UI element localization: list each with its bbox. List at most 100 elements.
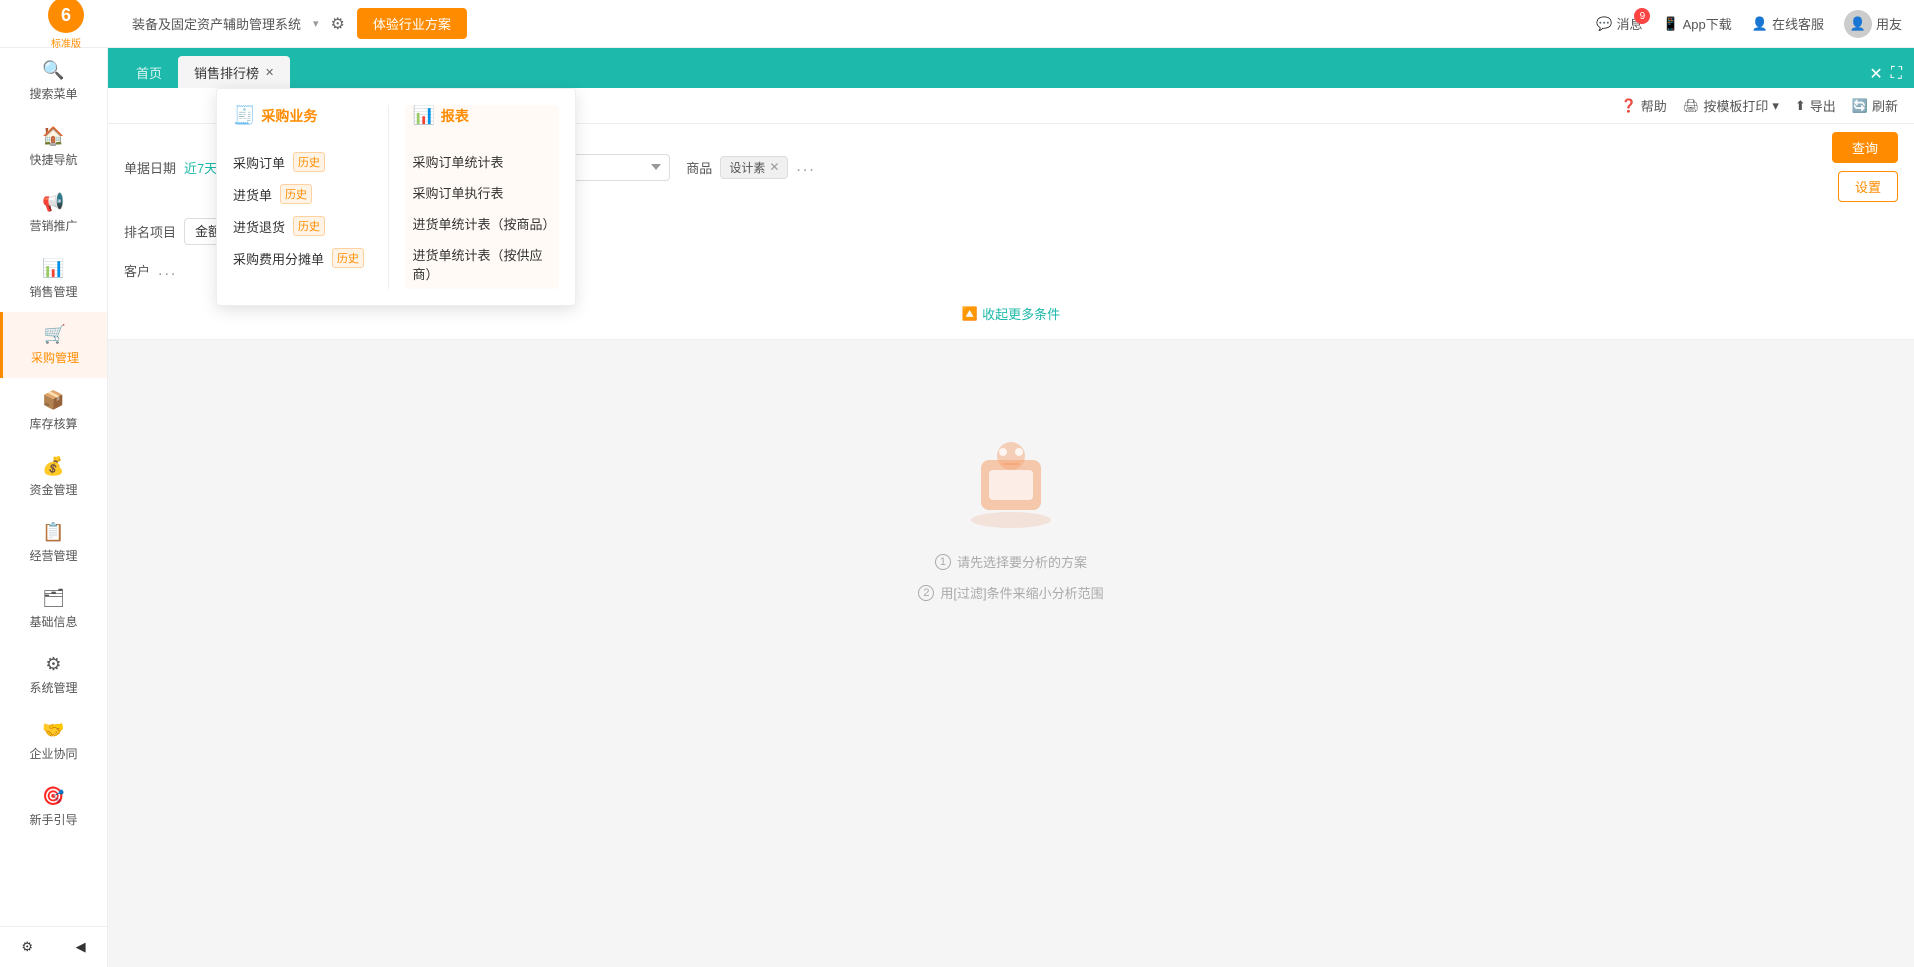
refresh-btn[interactable]: 🔄 刷新	[1852, 96, 1898, 115]
purchase-menu-icon: 🧾	[233, 105, 255, 126]
menu-divider	[388, 105, 389, 289]
menu-item-purchase-expense[interactable]: 采购费用分摊单 历史	[233, 242, 372, 274]
refresh-label: 刷新	[1872, 96, 1898, 115]
report-menu-col: 📊 报表 采购订单统计表 采购订单执行表 进货单统计表（按商品） 进货单统计表（…	[405, 105, 560, 289]
sidebar-item-guide[interactable]: 🎯 新手引导	[0, 774, 107, 840]
tab-actions: ✕ ⛶	[1869, 64, 1902, 84]
sidebar-item-search[interactable]: 🔍 搜索菜单	[0, 48, 107, 114]
help-btn[interactable]: ❓ 帮助	[1621, 96, 1667, 115]
print-label: 按模板打印	[1703, 96, 1768, 115]
print-arrow: ▾	[1772, 98, 1779, 114]
goods-tag-close[interactable]: ✕	[769, 160, 779, 174]
app-download-btn[interactable]: 📱 App下载	[1662, 14, 1731, 33]
marketing-icon: 📢	[42, 192, 64, 213]
operations-icon: 📋	[42, 522, 64, 543]
menu-item-goods-stats[interactable]: 进货单统计表（按商品）	[413, 208, 552, 239]
collapse-btn[interactable]: 🔼 收起更多条件	[962, 304, 1060, 323]
menu-item-po-stats[interactable]: 采购订单统计表	[413, 146, 552, 177]
sidebar-label-basic-info: 基础信息	[29, 613, 77, 630]
bottom-collapse-icon[interactable]: ◀	[76, 939, 86, 955]
sidebar-label-marketing: 营销推广	[29, 217, 77, 234]
sidebar-label-inventory: 库存核算	[29, 415, 77, 432]
main-layout: 🔍 搜索菜单 🏠 快捷导航 📢 营销推广 📊 销售管理 🛒 采购管理 📦 库存核…	[0, 48, 1914, 967]
online-service-label: 在线客服	[1772, 14, 1824, 33]
tab-home-label: 首页	[136, 63, 162, 82]
date-label: 单据日期	[124, 158, 176, 177]
message-icon: 💬	[1596, 16, 1612, 32]
export-btn[interactable]: ⬆ 导出	[1795, 96, 1836, 115]
query-btn[interactable]: 查询	[1832, 132, 1898, 163]
basic-info-icon: 🗂	[42, 588, 65, 609]
purchase-expense-history-tag: 历史	[332, 248, 364, 268]
finance-icon: 💰	[42, 456, 64, 477]
app-download-label: App下载	[1683, 14, 1732, 33]
date-option-7days[interactable]: 近7天	[184, 158, 217, 177]
tab-sales-ranking-label: 销售排行榜	[194, 63, 259, 82]
menu-item-stock-in[interactable]: 进货单 历史	[233, 178, 372, 210]
sidebar-item-marketing[interactable]: 📢 营销推广	[0, 180, 107, 246]
home-icon: 🏠	[42, 126, 64, 147]
inventory-icon: 📦	[42, 390, 64, 411]
empty-step-1: 1 请先选择要分析的方案	[935, 552, 1087, 571]
menu-item-purchase-expense-label: 采购费用分摊单	[233, 249, 324, 268]
sidebar-item-quick-nav[interactable]: 🏠 快捷导航	[0, 114, 107, 180]
sidebar-bottom: ⚙ ◀	[0, 926, 107, 967]
content-area: 首页 销售排行榜 ✕ ✕ ⛶ ❓ 帮助 🖨 按模板打印	[108, 48, 1914, 967]
purchase-menu-col: 🧾 采购业务 采购订单 历史 进货单 历史 进货退货 历史 采购费用分摊单	[233, 105, 372, 289]
sidebar-item-system[interactable]: ⚙ 系统管理	[0, 642, 107, 708]
message-btn[interactable]: 💬 消息 9	[1596, 14, 1642, 33]
tab-close-all-icon[interactable]: ✕	[1869, 64, 1882, 84]
export-label: 导出	[1810, 96, 1836, 115]
service-icon: 👤	[1752, 16, 1768, 32]
sidebar-label-system: 系统管理	[29, 679, 77, 696]
user-avatar: 👤	[1844, 10, 1872, 38]
tab-home[interactable]: 首页	[120, 56, 178, 88]
system-settings-icon[interactable]: ⚙	[331, 14, 345, 34]
tab-sales-ranking-close[interactable]: ✕	[265, 66, 274, 79]
logo-icon: 6	[48, 0, 84, 33]
bottom-settings-icon[interactable]: ⚙	[21, 939, 33, 955]
print-btn[interactable]: 🖨 按模板打印 ▾	[1683, 96, 1779, 115]
sidebar-item-cooperation[interactable]: 🤝 企业协同	[0, 708, 107, 774]
logo-area: 6 标准版	[12, 0, 120, 50]
menu-item-return-goods[interactable]: 进货退货 历史	[233, 210, 372, 242]
purchase-menu-title: 🧾 采购业务	[233, 105, 372, 134]
report-menu-title-text: 报表	[441, 106, 469, 126]
sidebar-item-basic-info[interactable]: 🗂 基础信息	[0, 576, 107, 642]
help-label: 帮助	[1641, 96, 1667, 115]
customer-field: 客户 ...	[124, 261, 177, 280]
menu-item-po-stats-label: 采购订单统计表	[413, 152, 504, 171]
goods-field: 商品 设计素 ✕ ...	[686, 156, 815, 179]
system-dropdown-arrow[interactable]: ▾	[313, 17, 319, 30]
user-btn[interactable]: 👤 用友	[1844, 10, 1902, 38]
sidebar-item-inventory[interactable]: 📦 库存核算	[0, 378, 107, 444]
rank-label: 排名项目	[124, 222, 176, 241]
customer-label: 客户	[124, 261, 150, 280]
step-1-num: 1	[935, 554, 951, 570]
phone-icon: 📱	[1662, 16, 1678, 32]
tab-sales-ranking[interactable]: 销售排行榜 ✕	[178, 56, 290, 88]
menu-item-return-goods-label: 进货退货	[233, 217, 285, 236]
tab-expand-icon[interactable]: ⛶	[1891, 65, 1902, 83]
menu-item-purchase-order[interactable]: 采购订单 历史	[233, 146, 372, 178]
goods-more[interactable]: ...	[796, 158, 815, 176]
sidebar-item-finance[interactable]: 💰 资金管理	[0, 444, 107, 510]
sidebar-label-search: 搜索菜单	[29, 85, 77, 102]
customer-more[interactable]: ...	[158, 262, 177, 280]
sidebar-item-purchase[interactable]: 🛒 采购管理	[0, 312, 107, 378]
search-icon: 🔍	[42, 60, 64, 81]
sidebar-item-operations[interactable]: 📋 经营管理	[0, 510, 107, 576]
menu-item-po-exec[interactable]: 采购订单执行表	[413, 177, 552, 208]
menu-item-supplier-stats[interactable]: 进货单统计表（按供应商）	[413, 239, 552, 289]
help-icon: ❓	[1621, 98, 1637, 114]
menu-item-goods-stats-label: 进货单统计表（按商品）	[413, 214, 552, 233]
sidebar-item-sales[interactable]: 📊 销售管理	[0, 246, 107, 312]
empty-step-2: 2 用[过滤]条件来缩小分析范围	[918, 583, 1103, 602]
set-btn[interactable]: 设置	[1838, 171, 1898, 202]
stock-in-history-tag: 历史	[280, 184, 312, 204]
dropdown-menu: 🧾 采购业务 采购订单 历史 进货单 历史 进货退货 历史 采购费用分摊单	[216, 88, 576, 306]
message-badge: 9	[1634, 8, 1650, 24]
topbar-right: 💬 消息 9 📱 App下载 👤 在线客服 👤 用友	[1596, 10, 1902, 38]
industry-btn[interactable]: 体验行业方案	[357, 8, 467, 39]
online-service-btn[interactable]: 👤 在线客服	[1752, 14, 1824, 33]
